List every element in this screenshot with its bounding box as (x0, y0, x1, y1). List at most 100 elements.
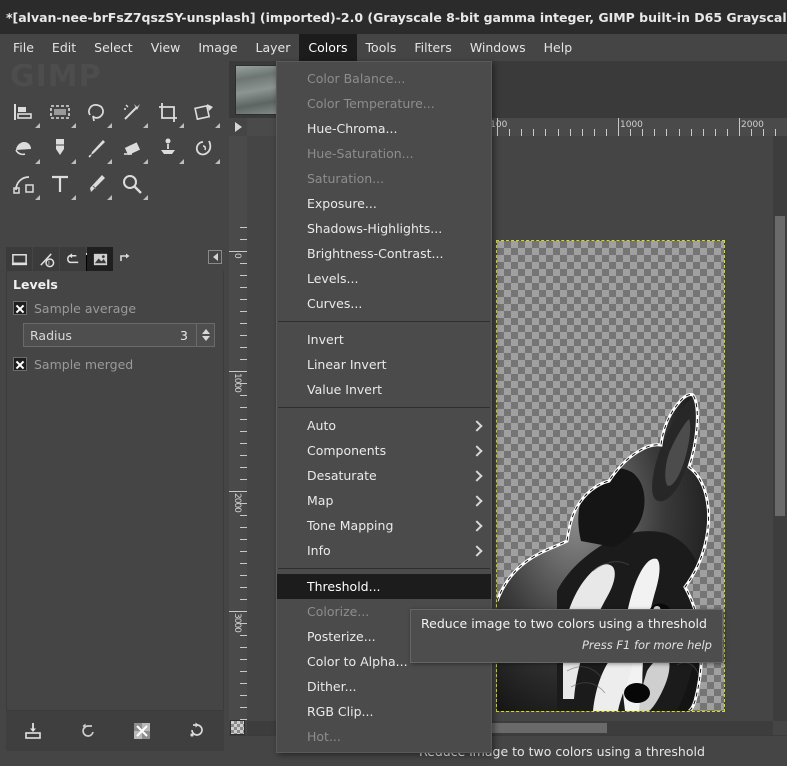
zoom-tool-button[interactable] (114, 166, 150, 202)
menu-item-value-invert[interactable]: Value Invert (277, 377, 491, 402)
menu-layer[interactable]: Layer (247, 34, 300, 61)
menu-item-label: Colorize... (307, 604, 370, 619)
free-select-tool-button[interactable] (78, 94, 114, 130)
bucket-fill-tool-button[interactable] (6, 130, 42, 166)
menu-item-label: Value Invert (307, 382, 383, 397)
menu-item-label: Posterize... (307, 629, 376, 644)
ruler-tick (739, 118, 740, 136)
ruler-tick (240, 695, 247, 696)
ruler-tick (240, 431, 247, 432)
menu-item-hue-chroma[interactable]: Hue-Chroma... (277, 116, 491, 141)
ruler-origin-button[interactable] (229, 118, 247, 136)
menu-item-tone-mapping[interactable]: Tone Mapping (277, 513, 491, 538)
menu-item-auto[interactable]: Auto (277, 413, 491, 438)
menu-file[interactable]: File (4, 34, 43, 61)
menu-tools[interactable]: Tools (357, 34, 406, 61)
menu-image[interactable]: Image (189, 34, 246, 61)
vertical-scrollbar[interactable] (773, 136, 787, 721)
menu-item-label: Saturation... (307, 171, 385, 186)
menu-filters[interactable]: Filters (405, 34, 460, 61)
menu-item-label: Invert (307, 332, 344, 347)
text-tool-button[interactable] (42, 166, 78, 202)
tab-undo-history[interactable] (60, 247, 86, 271)
radius-stepper[interactable] (196, 324, 214, 346)
sample-average-row[interactable]: Sample average (7, 297, 223, 319)
save-tool-preset-icon[interactable] (22, 720, 44, 742)
vertical-ruler[interactable]: 0 1000 2000 3000 (229, 136, 247, 721)
color-picker-tool-button[interactable] (78, 166, 114, 202)
crop-tool-button[interactable] (150, 94, 186, 130)
menu-item-label: Color Balance... (307, 71, 406, 86)
menu-item-rgb-clip[interactable]: RGB Clip... (277, 699, 491, 724)
gradient-icon (56, 139, 64, 155)
menu-item-label: Exposure... (307, 196, 377, 211)
menu-item-label: Hue-Saturation... (307, 146, 414, 161)
alignment-tool-button[interactable] (6, 94, 42, 130)
menu-edit[interactable]: Edit (43, 34, 85, 61)
menu-item-invert[interactable]: Invert (277, 327, 491, 352)
menu-item-shadows-highlights[interactable]: Shadows-Highlights... (277, 216, 491, 241)
menu-item-threshold[interactable]: Threshold... (277, 574, 491, 599)
menu-item-linear-invert[interactable]: Linear Invert (277, 352, 491, 377)
menu-item-saturation: Saturation... (277, 166, 491, 191)
menu-item-components[interactable]: Components (277, 438, 491, 463)
menu-item-exposure[interactable]: Exposure... (277, 191, 491, 216)
menu-colors[interactable]: Colors (299, 34, 357, 61)
menu-label: Colors (308, 40, 348, 55)
eraser-tool-button[interactable] (114, 130, 150, 166)
ruler-tick (240, 707, 247, 708)
eraser-icon (124, 142, 141, 156)
tool-group-triangle (71, 123, 76, 128)
menu-item-curves[interactable]: Curves... (277, 291, 491, 316)
ruler-tick (240, 551, 247, 552)
smudge-tool-button[interactable] (186, 130, 222, 166)
ruler-tick (240, 443, 247, 444)
menu-item-label: Color Temperature... (307, 96, 435, 111)
delete-tool-preset-icon[interactable] (131, 720, 153, 742)
menu-help[interactable]: Help (535, 34, 582, 61)
menu-item-levels[interactable]: Levels... (277, 266, 491, 291)
paintbrush-tool-button[interactable] (78, 130, 114, 166)
radius-spinner[interactable]: Radius 3 (23, 323, 215, 347)
menu-item-desaturate[interactable]: Desaturate (277, 463, 491, 488)
restore-tool-preset-icon[interactable] (77, 720, 99, 742)
menu-item-label: Threshold... (307, 579, 381, 594)
sample-merged-row[interactable]: Sample merged (7, 353, 223, 375)
ruler-tick (690, 129, 692, 136)
chevron-right-icon (471, 544, 483, 557)
sample-merged-checkbox[interactable] (13, 357, 27, 371)
menu-item-map[interactable]: Map (277, 488, 491, 513)
transform-tool-button[interactable] (186, 94, 222, 130)
smudge-icon (195, 140, 212, 156)
menu-select[interactable]: Select (85, 34, 142, 61)
sample-average-checkbox[interactable] (13, 301, 27, 315)
menu-item-label: Tone Mapping (307, 518, 394, 533)
menu-label: View (150, 40, 181, 55)
menu-windows[interactable]: Windows (461, 34, 535, 61)
ruler-label: 3000 (232, 613, 242, 632)
paths-tool-button[interactable] (6, 166, 42, 202)
menu-item-dither[interactable]: Dither... (277, 674, 491, 699)
tab-images[interactable] (87, 247, 113, 271)
tab-tool-options[interactable] (6, 247, 32, 271)
dock-menu-button[interactable] (208, 250, 222, 264)
menu-item-brightness-contrast[interactable]: Brightness-Contrast... (277, 241, 491, 266)
vertical-scrollbar-thumb[interactable] (775, 216, 785, 516)
tab-device-status[interactable]: i (33, 247, 59, 271)
menu-item-info[interactable]: Info (277, 538, 491, 563)
tool-group-triangle (107, 195, 112, 200)
ruler-tick (240, 407, 247, 408)
menu-label: Tools (365, 40, 397, 55)
ruler-tick (569, 129, 571, 136)
ruler-tick (702, 129, 704, 136)
menu-view[interactable]: View (142, 34, 190, 61)
ruler-tick (240, 647, 247, 648)
rectangle-select-tool-button[interactable] (42, 94, 78, 130)
gradient-tool-button[interactable] (42, 130, 78, 166)
quick-mask-toggle[interactable] (230, 720, 245, 735)
fuzzy-select-tool-button[interactable] (114, 94, 150, 130)
ruler-tick (521, 129, 523, 136)
ruler-tick (240, 275, 247, 276)
reset-tool-options-icon[interactable] (186, 720, 208, 742)
clone-tool-button[interactable] (150, 130, 186, 166)
